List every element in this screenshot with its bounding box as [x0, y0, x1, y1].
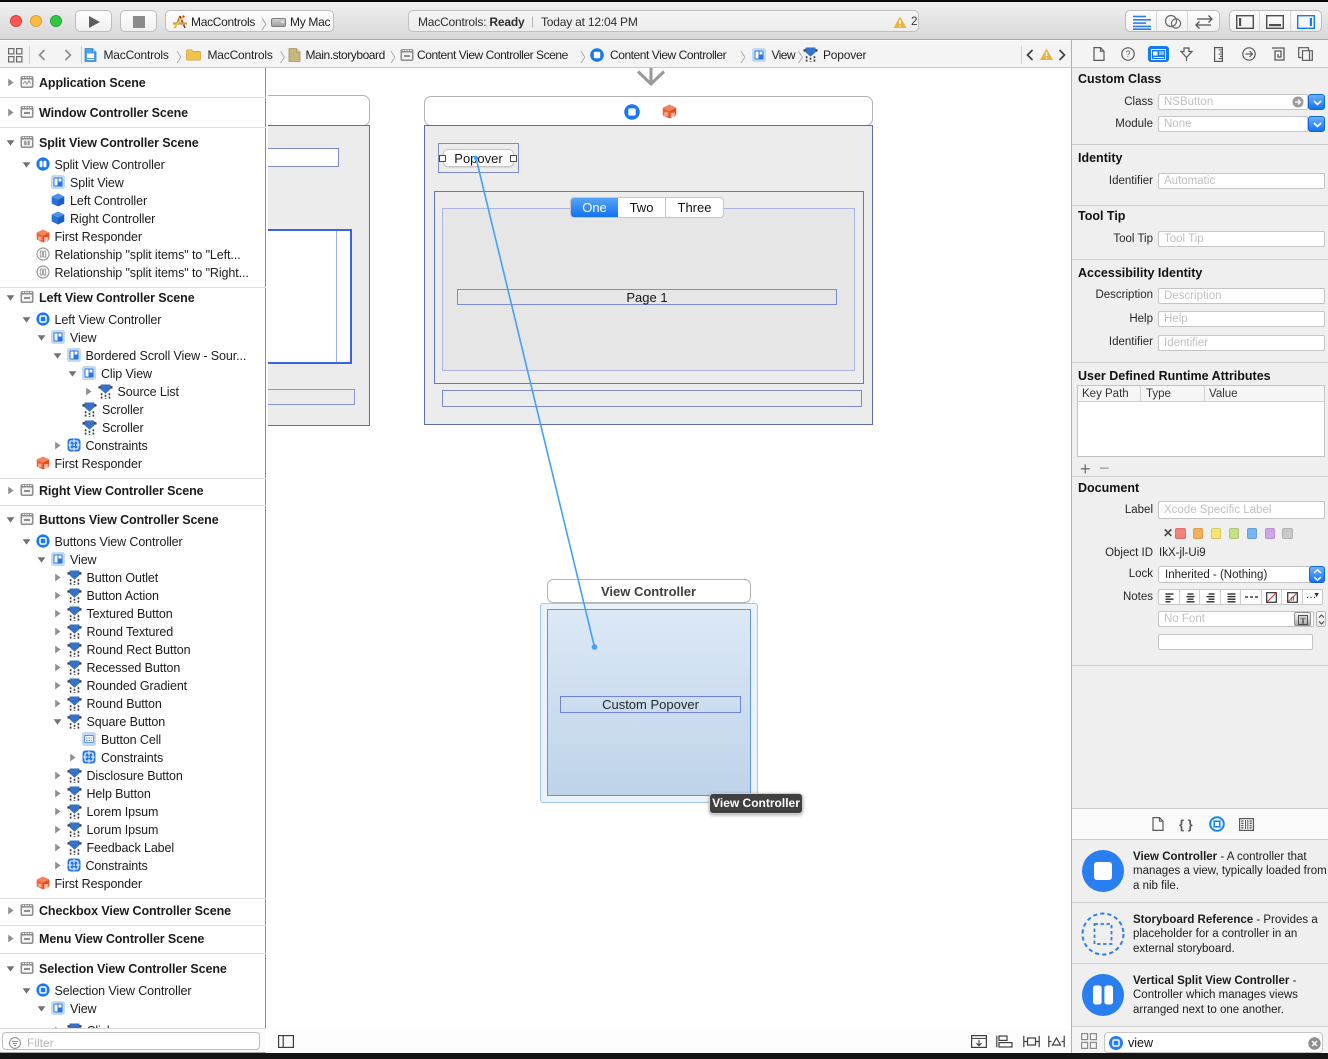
svg-text:T: T — [1300, 616, 1305, 624]
svg-text:?: ? — [1125, 49, 1130, 59]
svg-text:1: 1 — [671, 113, 674, 119]
